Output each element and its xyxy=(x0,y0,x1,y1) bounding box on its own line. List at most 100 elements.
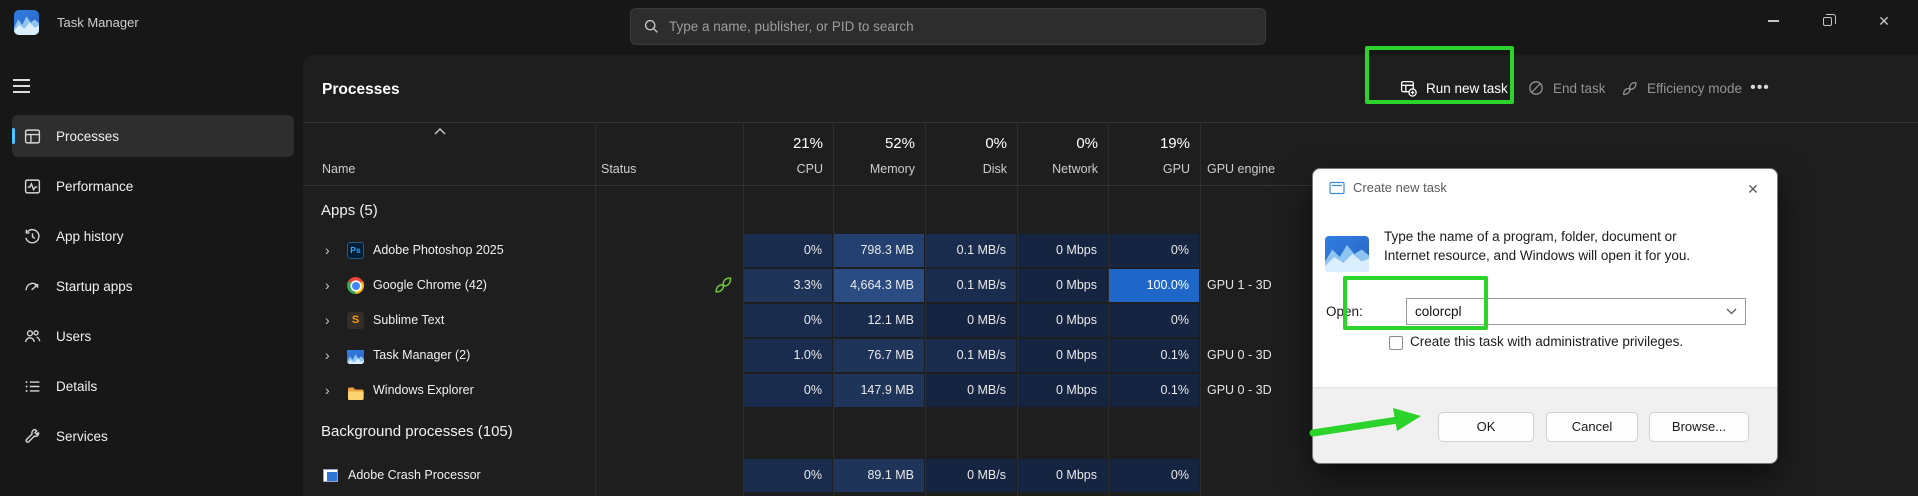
table-row-photoshop[interactable]: › Ps Adobe Photoshop 2025 0% 798.3 MB 0.… xyxy=(303,234,1345,267)
restore-icon xyxy=(1822,13,1836,26)
expand-chevron-icon[interactable]: › xyxy=(325,374,330,407)
usage-summary-row: 21% 52% 0% 0% 19% xyxy=(303,135,1345,152)
windows-explorer-icon xyxy=(347,382,364,400)
table-row-task-manager[interactable]: › Task Manager (2) 1.0% 76.7 MB 0.1 MB/s… xyxy=(303,339,1345,372)
end-task-icon xyxy=(1529,81,1543,95)
gpu-cell: 100.0% xyxy=(1109,269,1199,302)
disk-cell: 0 MB/s xyxy=(926,459,1016,492)
restore-button[interactable] xyxy=(1804,0,1850,42)
window-title: Task Manager xyxy=(57,15,139,30)
search-input[interactable] xyxy=(669,9,1249,44)
search-icon xyxy=(644,19,658,33)
column-header-row: Name Status CPU Memory Disk Network GPU … xyxy=(303,162,1345,176)
status-cell xyxy=(595,304,743,337)
cpu-cell: 3.3% xyxy=(744,269,832,302)
process-name: Google Chrome (42) xyxy=(373,278,487,292)
expand-chevron-icon[interactable]: › xyxy=(325,339,330,372)
processes-icon xyxy=(24,128,41,144)
column-header-disk[interactable]: Disk xyxy=(925,162,1017,176)
column-header-network[interactable]: Network xyxy=(1017,162,1108,176)
group-header-background[interactable]: Background processes (105) xyxy=(321,423,513,440)
cpu-cell: 0% xyxy=(744,304,832,337)
minimize-button[interactable] xyxy=(1750,0,1796,42)
group-header-apps[interactable]: Apps (5) xyxy=(321,202,378,219)
network-cell: 0 Mbps xyxy=(1018,234,1107,267)
ok-button[interactable]: OK xyxy=(1438,412,1534,442)
sidebar-item-users[interactable]: Users xyxy=(12,315,294,357)
disk-cell: 0.1 MB/s xyxy=(926,234,1016,267)
cpu-cell: 0% xyxy=(744,374,832,407)
end-task-label: End task xyxy=(1553,80,1606,96)
admin-privileges-checkbox[interactable] xyxy=(1389,336,1403,350)
annotation-box-open-input xyxy=(1343,276,1488,330)
gpu-cell: 0.1% xyxy=(1109,374,1199,407)
cancel-button[interactable]: Cancel xyxy=(1546,412,1638,442)
dialog-instruction: Type the name of a program, folder, docu… xyxy=(1384,229,1691,263)
status-cell xyxy=(595,234,743,267)
process-name: Windows Explorer xyxy=(373,383,474,397)
performance-icon xyxy=(24,178,41,194)
page-title: Processes xyxy=(322,81,400,98)
dialog-close-button[interactable]: ✕ xyxy=(1741,177,1765,201)
expand-chevron-icon[interactable]: › xyxy=(325,304,330,337)
table-row-chrome[interactable]: › Google Chrome (42) 3.3% 4,664.3 MB 0.1… xyxy=(303,269,1345,302)
cpu-cell: 0% xyxy=(744,459,832,492)
users-icon xyxy=(25,329,41,342)
task-manager-dialog-icon xyxy=(1325,236,1369,272)
more-options-button[interactable]: ••• xyxy=(1740,70,1780,106)
table-row-sublime[interactable]: › S Sublime Text 0% 12.1 MB 0 MB/s 0 Mbp… xyxy=(303,304,1345,337)
browse-button[interactable]: Browse... xyxy=(1649,412,1749,442)
annotation-arrow-to-ok xyxy=(1309,408,1421,437)
search-bar[interactable] xyxy=(630,8,1266,45)
column-header-gpu[interactable]: GPU xyxy=(1108,162,1200,176)
sidebar-item-startup-apps[interactable]: Startup apps xyxy=(12,265,294,307)
disk-cell: 0 MB/s xyxy=(926,304,1016,337)
sidebar-item-details[interactable]: Details xyxy=(12,365,294,407)
close-button[interactable]: ✕ xyxy=(1861,0,1907,42)
efficiency-leaf-icon xyxy=(715,277,732,293)
status-cell xyxy=(595,339,743,372)
sidebar-item-label: Services xyxy=(56,428,108,444)
cpu-cell: 0% xyxy=(744,234,832,267)
hamburger-menu-button[interactable] xyxy=(13,75,35,97)
process-name: Adobe Photoshop 2025 xyxy=(373,243,504,257)
network-cell: 0 Mbps xyxy=(1018,339,1107,372)
gpu-usage-total: 19% xyxy=(1159,135,1190,152)
sidebar-item-processes[interactable]: Processes xyxy=(12,115,294,157)
network-usage-total: 0% xyxy=(1076,135,1098,152)
sidebar: Processes Performance App history Startu… xyxy=(0,55,303,496)
sidebar-item-label: Details xyxy=(56,378,98,394)
efficiency-mode-button[interactable]: Efficiency mode xyxy=(1609,70,1754,106)
efficiency-mode-label: Efficiency mode xyxy=(1647,80,1743,96)
network-cell: 0 Mbps xyxy=(1018,459,1107,492)
sidebar-item-label: Processes xyxy=(56,128,120,144)
dropdown-chevron-icon[interactable] xyxy=(1726,308,1737,315)
photoshop-icon: Ps xyxy=(347,242,364,259)
disk-cell: 0 MB/s xyxy=(926,374,1016,407)
process-name: Task Manager (2) xyxy=(373,348,471,362)
gpu-cell: 0% xyxy=(1109,304,1199,337)
memory-cell: 89.1 MB xyxy=(834,459,924,492)
column-header-status[interactable]: Status xyxy=(595,162,743,176)
sidebar-item-performance[interactable]: Performance xyxy=(12,165,294,207)
expand-chevron-icon[interactable]: › xyxy=(325,234,330,267)
memory-cell: 798.3 MB xyxy=(834,234,924,267)
expand-chevron-icon[interactable]: › xyxy=(325,269,330,302)
column-header-cpu[interactable]: CPU xyxy=(743,162,833,176)
memory-cell: 76.7 MB xyxy=(834,339,924,372)
column-header-memory[interactable]: Memory xyxy=(833,162,925,176)
task-manager-app-icon xyxy=(14,10,39,35)
sidebar-item-label: Startup apps xyxy=(56,278,133,294)
table-row-adobe-crash-processor[interactable]: Adobe Crash Processor 0% 89.1 MB 0 MB/s … xyxy=(303,459,1345,492)
dialog-title: Create new task xyxy=(1353,180,1447,195)
disk-cell: 0.1 MB/s xyxy=(926,269,1016,302)
memory-cell: 4,664.3 MB xyxy=(834,269,924,302)
column-header-name[interactable]: Name xyxy=(303,162,595,176)
memory-cell: 147.9 MB xyxy=(834,374,924,407)
sidebar-item-services[interactable]: Services xyxy=(12,415,294,457)
chrome-icon xyxy=(347,277,364,294)
sidebar-item-app-history[interactable]: App history xyxy=(12,215,294,257)
header-divider xyxy=(303,185,1345,186)
table-row-explorer[interactable]: › Windows Explorer 0% 147.9 MB 0 MB/s 0 … xyxy=(303,374,1345,407)
end-task-button[interactable]: End task xyxy=(1516,70,1618,106)
